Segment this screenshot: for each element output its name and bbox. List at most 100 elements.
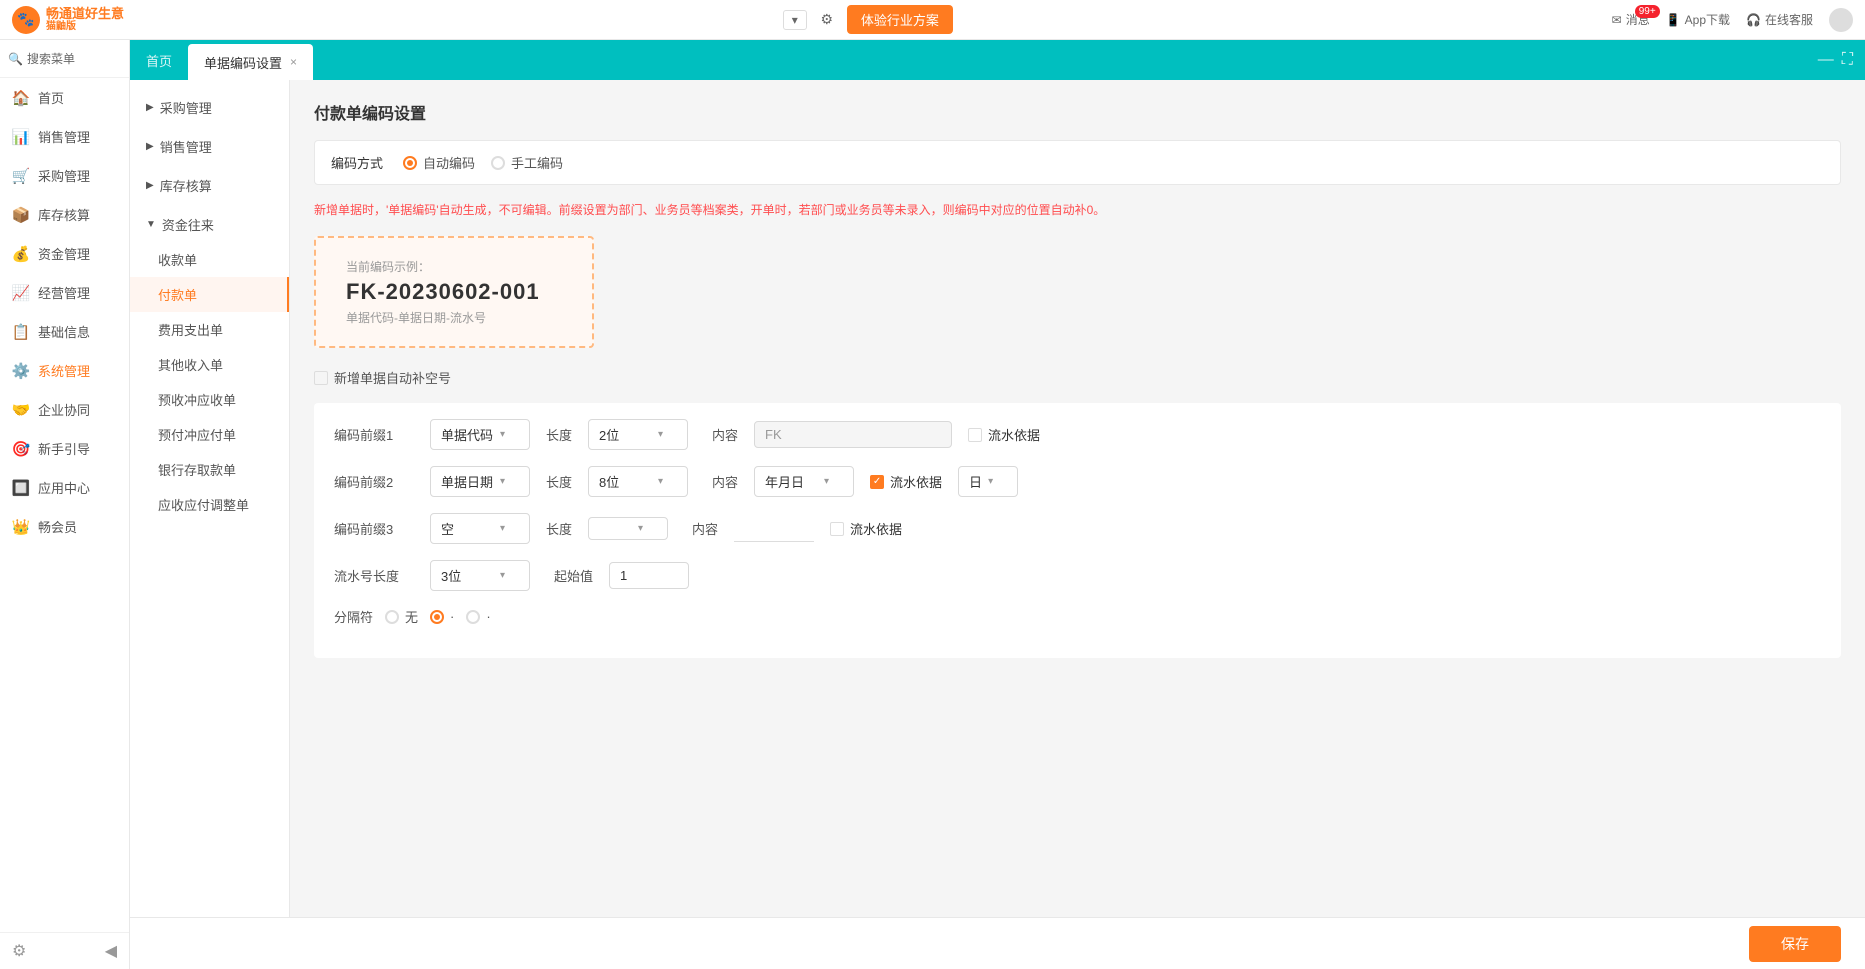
user-avatar[interactable]	[1829, 8, 1853, 32]
sidebar-purchase-label: 采购管理	[38, 166, 90, 185]
serial3-label: 流水依据	[850, 519, 902, 538]
length3-select[interactable]: ▾	[588, 517, 668, 540]
arrow-finance: ▼	[146, 219, 156, 230]
prefix3-value: 空	[441, 519, 454, 538]
length1-select[interactable]: 2位 ▾	[588, 419, 688, 450]
sidebar-item-member[interactable]: 👑 畅会员	[0, 507, 129, 546]
enterprise-icon: 🤝	[12, 401, 30, 419]
content2-select[interactable]: 年月日 ▾	[754, 466, 854, 497]
sidebar-enterprise-label: 企业协同	[38, 400, 90, 419]
auto-fill-checkbox[interactable]	[314, 371, 328, 385]
prefix2-select[interactable]: 单据日期 ▾	[430, 466, 530, 497]
sep-dot-option[interactable]: ·	[466, 609, 490, 624]
purchase-icon: 🛒	[12, 167, 30, 185]
manual-encoding-radio[interactable]	[491, 156, 505, 170]
sub-item-receipt[interactable]: 收款单	[130, 242, 289, 277]
sidebar-item-basic[interactable]: 📋 基础信息	[0, 312, 129, 351]
tab-encoding[interactable]: 单据编码设置 ×	[188, 44, 313, 80]
sidebar-item-sales[interactable]: 📊 销售管理	[0, 117, 129, 156]
sub-sidebar: ▶ 采购管理 ▶ 销售管理 ▶ 库存核算	[130, 80, 290, 917]
settings-icon[interactable]: ⚙	[815, 8, 839, 32]
sub-item-payment[interactable]: 付款单	[130, 277, 289, 312]
maximize-icon[interactable]: ⛶	[1842, 51, 1853, 69]
sub-item-other-income[interactable]: 其他收入单	[130, 347, 289, 382]
sep-dash-radio[interactable]	[430, 610, 444, 624]
sep-dot-radio[interactable]	[466, 610, 480, 624]
preview-code: FK-20230602-001	[346, 279, 562, 305]
serial-length-row: 流水号长度 3位 ▾ 起始值	[334, 560, 1821, 591]
sep-none-option[interactable]: 无	[385, 607, 418, 626]
sidebar-item-inventory[interactable]: 📦 库存核算	[0, 195, 129, 234]
sub-item-bank[interactable]: 银行存取款单	[130, 452, 289, 487]
prefix3-select[interactable]: 空 ▾	[430, 513, 530, 544]
sidebar-search[interactable]: 🔍 搜索菜单	[0, 40, 129, 78]
content1-input[interactable]	[754, 421, 952, 448]
sub-item-pre-receipt[interactable]: 预收冲应收单	[130, 382, 289, 417]
sidebar-item-home[interactable]: 🏠 首页	[0, 78, 129, 117]
sub-item-pre-payment[interactable]: 预付冲应付单	[130, 417, 289, 452]
sidebar-item-apps[interactable]: 🔲 应用中心	[0, 468, 129, 507]
serial-length-label: 流水号长度	[334, 566, 414, 585]
sidebar-item-guide[interactable]: 🎯 新手引导	[0, 429, 129, 468]
separator-row: 分隔符 无 · ·	[334, 607, 1821, 626]
auto-encoding-radio[interactable]	[403, 156, 417, 170]
auto-encoding-option[interactable]: 自动编码	[403, 153, 475, 172]
serial2-checkbox[interactable]	[870, 475, 884, 489]
serial-length-select[interactable]: 3位 ▾	[430, 560, 530, 591]
online-service[interactable]: 🎧 在线客服	[1746, 11, 1813, 28]
inventory-icon: 📦	[12, 206, 30, 224]
sidebar-item-system[interactable]: ⚙️ 系统管理	[0, 351, 129, 390]
length2-select[interactable]: 8位 ▾	[588, 466, 688, 497]
sub-header-finance[interactable]: ▼ 资金往来	[130, 207, 289, 242]
messages-area[interactable]: ✉ 消息 99+	[1612, 11, 1650, 28]
prefix1-select[interactable]: 单据代码 ▾	[430, 419, 530, 450]
prefix2-arrow: ▾	[500, 476, 505, 487]
serial3-checkbox[interactable]	[830, 522, 844, 536]
serial2-unit-select[interactable]: 日 ▾	[958, 466, 1018, 497]
content2-arrow: ▾	[824, 476, 829, 487]
sidebar-item-purchase[interactable]: 🛒 采购管理	[0, 156, 129, 195]
app-download[interactable]: 📱 App下载	[1666, 11, 1730, 28]
service-icon: 🎧	[1746, 13, 1761, 27]
sub-header-inventory[interactable]: ▶ 库存核算	[130, 168, 289, 203]
finance-icon: 💰	[12, 245, 30, 263]
try-button[interactable]: 体验行业方案	[847, 5, 953, 34]
sub-item-bank-label: 银行存取款单	[158, 463, 236, 478]
sub-item-expense[interactable]: 费用支出单	[130, 312, 289, 347]
length1-label: 长度	[546, 425, 572, 444]
sub-group-inventory: ▶ 库存核算	[130, 168, 289, 203]
sub-item-pre-payment-label: 预付冲应付单	[158, 428, 236, 443]
sidebar-apps-label: 应用中心	[38, 478, 90, 497]
prefix2-value: 单据日期	[441, 472, 493, 491]
breadcrumb-selector[interactable]: ▾	[783, 10, 807, 30]
sub-header-purchase[interactable]: ▶ 采购管理	[130, 90, 289, 125]
serial-length-arrow: ▾	[500, 570, 505, 581]
serial1-checkbox[interactable]	[968, 428, 982, 442]
sub-label-sales: 销售管理	[160, 137, 212, 156]
search-icon: 🔍	[8, 52, 23, 66]
length2-arrow: ▾	[658, 476, 663, 487]
start-value-input[interactable]	[609, 562, 689, 589]
sidebar-item-enterprise[interactable]: 🤝 企业协同	[0, 390, 129, 429]
sep-none-radio[interactable]	[385, 610, 399, 624]
length1-arrow: ▾	[658, 429, 663, 440]
sidebar-item-operations[interactable]: 📈 经营管理	[0, 273, 129, 312]
minimize-icon[interactable]: —	[1818, 51, 1834, 69]
save-button[interactable]: 保存	[1749, 926, 1841, 962]
sep-dash-option[interactable]: ·	[430, 609, 454, 624]
auto-encoding-label: 自动编码	[423, 153, 475, 172]
sub-header-sales[interactable]: ▶ 销售管理	[130, 129, 289, 164]
tab-home[interactable]: 首页	[130, 40, 188, 80]
collapse-icon[interactable]: ◀	[105, 941, 117, 961]
guide-icon: 🎯	[12, 440, 30, 458]
sidebar-item-finance[interactable]: 💰 资金管理	[0, 234, 129, 273]
tab-close-icon[interactable]: ×	[290, 55, 297, 69]
content1-label: 内容	[712, 425, 738, 444]
settings-bottom-icon[interactable]: ⚙	[12, 941, 26, 961]
sub-item-adjust[interactable]: 应收应付调整单	[130, 487, 289, 522]
prefix1-value: 单据代码	[441, 425, 493, 444]
manual-encoding-option[interactable]: 手工编码	[491, 153, 563, 172]
serial2-label: 流水依据	[890, 472, 942, 491]
preview-label: 当前编码示例：	[346, 258, 562, 275]
sidebar-system-label: 系统管理	[38, 361, 90, 380]
